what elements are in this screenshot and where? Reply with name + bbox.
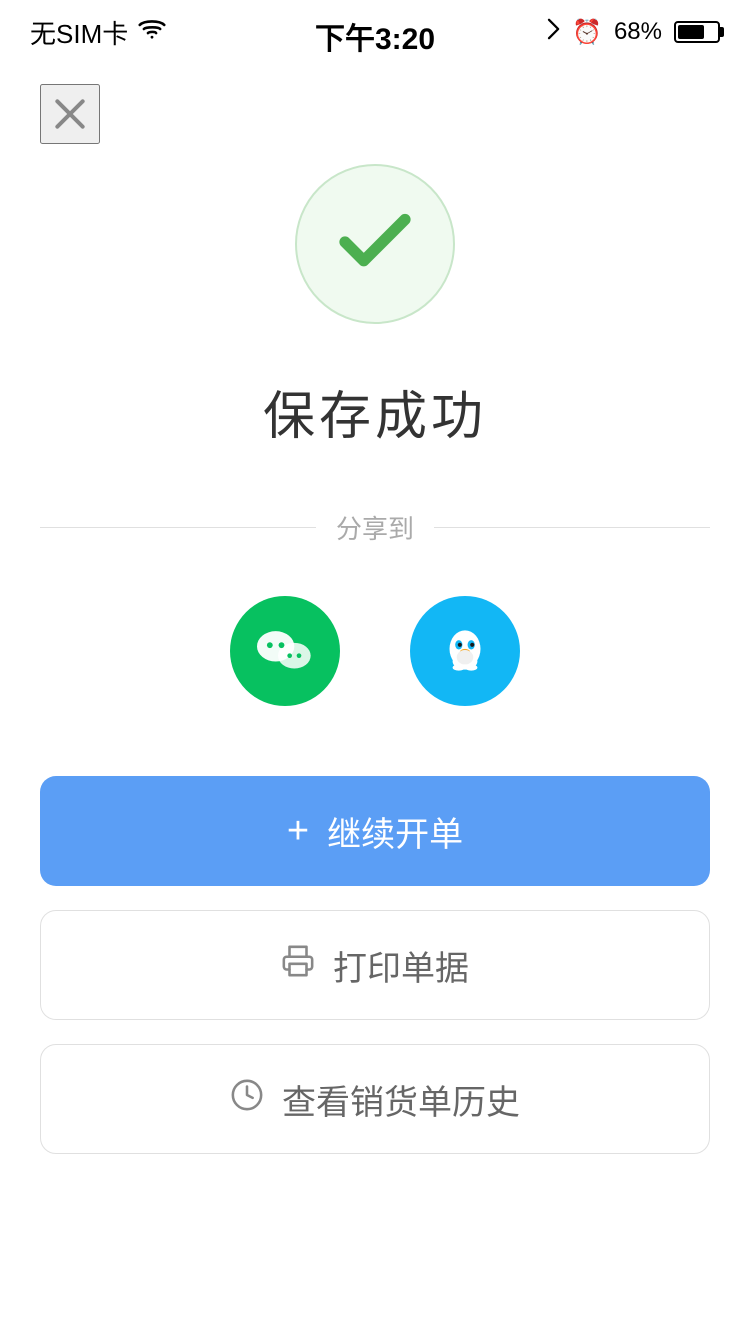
main-content: 保存成功 分享到 bbox=[0, 64, 750, 1334]
close-button[interactable] bbox=[40, 84, 100, 144]
status-left: 无SIM卡 bbox=[30, 14, 166, 51]
wifi-icon bbox=[138, 15, 166, 50]
battery-icon bbox=[674, 21, 720, 43]
status-bar: 无SIM卡 下午3:20 ⏰ 68% bbox=[0, 0, 750, 64]
clock-icon bbox=[230, 1078, 264, 1121]
history-button[interactable]: 查看销货单历史 bbox=[40, 1044, 710, 1154]
print-label: 打印单据 bbox=[333, 941, 469, 990]
battery-percentage: 68% bbox=[614, 18, 662, 46]
share-row bbox=[230, 596, 520, 706]
continue-button[interactable]: + 继续开单 bbox=[40, 776, 710, 886]
success-icon-wrap bbox=[295, 164, 455, 324]
status-right: ⏰ 68% bbox=[538, 18, 720, 47]
actions-wrap: + 继续开单 打印单据 查看销货单历史 bbox=[40, 776, 710, 1154]
divider-right bbox=[434, 527, 710, 528]
history-label: 查看销货单历史 bbox=[282, 1075, 520, 1124]
success-title: 保存成功 bbox=[263, 374, 487, 449]
checkmark-icon bbox=[330, 197, 420, 292]
location-icon bbox=[538, 18, 560, 47]
print-button[interactable]: 打印单据 bbox=[40, 910, 710, 1020]
plus-icon: + bbox=[287, 810, 309, 853]
divider-row: 分享到 bbox=[40, 509, 710, 546]
carrier-label: 无SIM卡 bbox=[30, 14, 128, 51]
alarm-icon: ⏰ bbox=[572, 18, 602, 47]
wechat-share-button[interactable] bbox=[230, 596, 340, 706]
print-icon bbox=[281, 944, 315, 987]
qq-share-button[interactable] bbox=[410, 596, 520, 706]
divider-label: 分享到 bbox=[336, 509, 414, 546]
continue-label: 继续开单 bbox=[327, 807, 463, 856]
status-time: 下午3:20 bbox=[315, 14, 435, 58]
divider-left bbox=[40, 527, 316, 528]
